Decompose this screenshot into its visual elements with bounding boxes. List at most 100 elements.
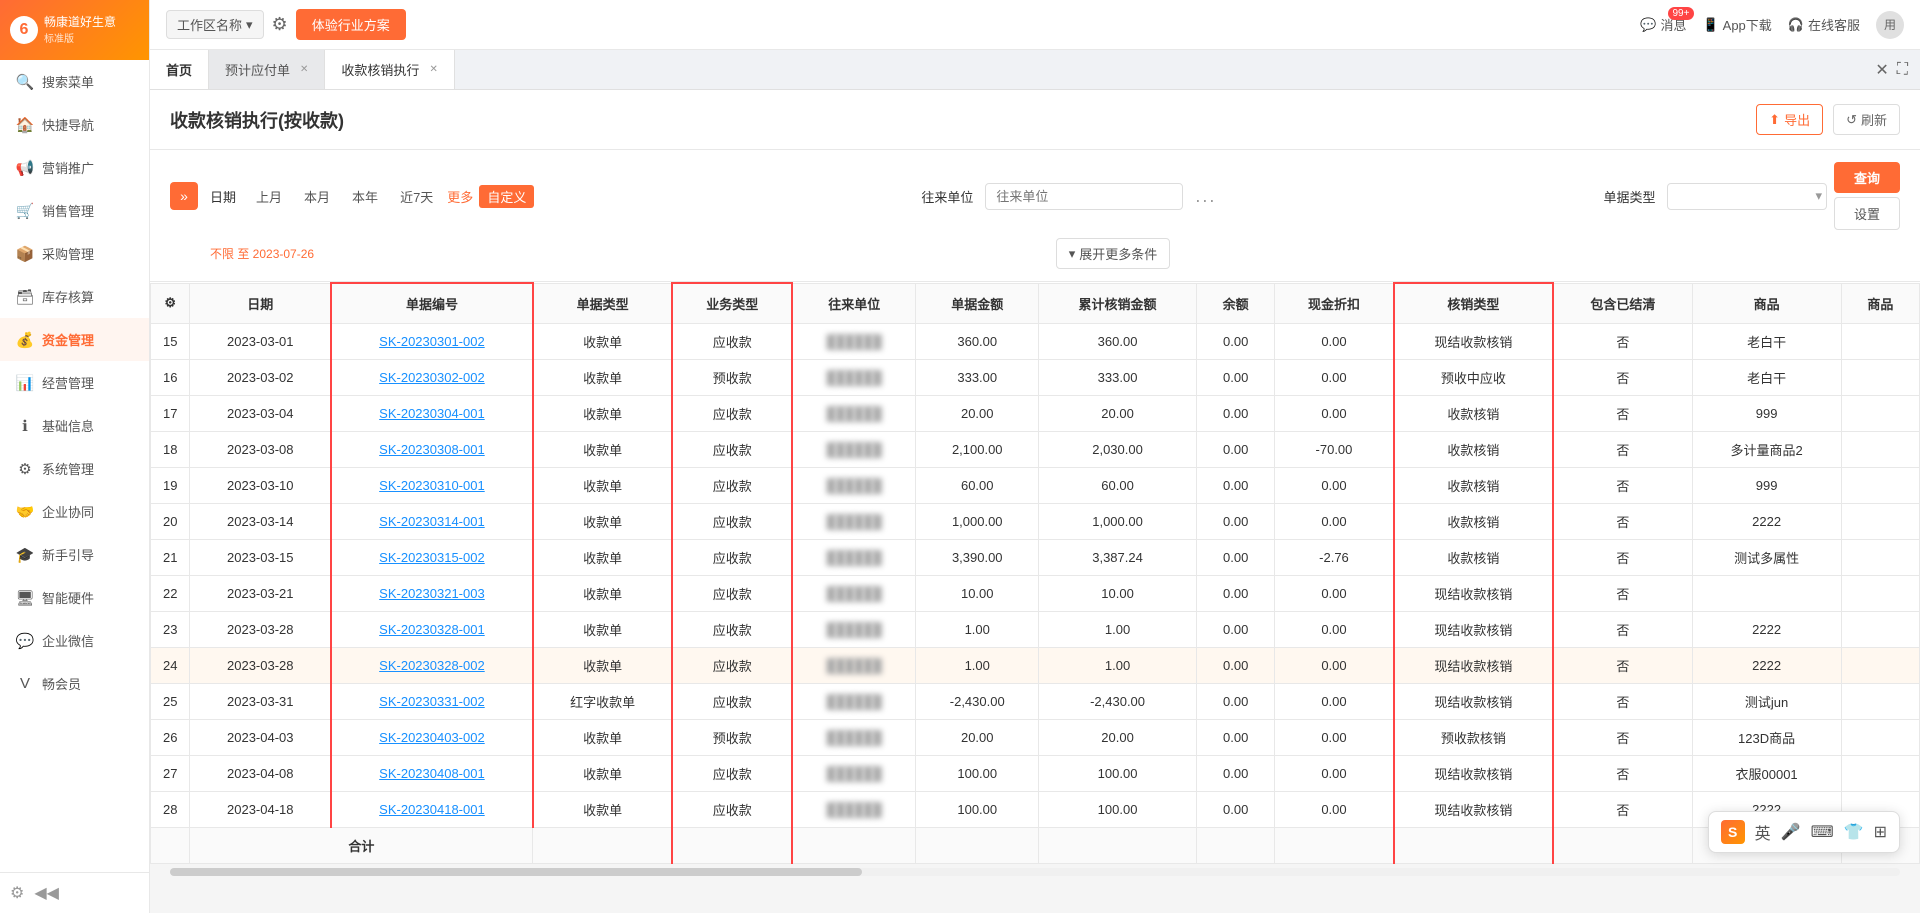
doc-no-link[interactable]: SK-20230331-002	[379, 694, 485, 709]
floating-panel-ying[interactable]: 英	[1755, 820, 1771, 844]
partner-input[interactable]	[985, 183, 1183, 210]
sidebar-item-basic[interactable]: ℹ 基础信息	[0, 404, 149, 447]
col-date-header[interactable]: 日期	[190, 283, 331, 324]
export-button[interactable]: ⬆ 导出	[1756, 104, 1823, 135]
col-amount-header[interactable]: 单据金额	[916, 283, 1039, 324]
settings-bottom-icon[interactable]: ⚙	[10, 883, 24, 903]
cell-doctype: 收款单	[533, 468, 673, 504]
doc-no-link[interactable]: SK-20230328-002	[379, 658, 485, 673]
cell-includesettled: 否	[1553, 324, 1692, 360]
topbar-gear-icon[interactable]: ⚙	[272, 14, 288, 35]
col-goods1-header[interactable]: 商品	[1692, 283, 1841, 324]
sidebar-item-wechat[interactable]: 💬 企业微信	[0, 619, 149, 662]
tab-home[interactable]: 首页	[150, 50, 209, 89]
col-partner-header[interactable]: 往来单位	[792, 283, 916, 324]
cell-canceltype: 现结收款核销	[1394, 684, 1554, 720]
cell-goods1: 测试多属性	[1692, 540, 1841, 576]
col-cumamount-header[interactable]: 累计核销金额	[1039, 283, 1197, 324]
col-settings-header[interactable]: ⚙	[151, 283, 190, 324]
floating-panel-mic[interactable]: 🎤	[1781, 822, 1801, 842]
sidebar-item-quicknav[interactable]: 🏠 快捷导航	[0, 103, 149, 146]
collapse-icon[interactable]: ◀◀	[34, 883, 59, 903]
doc-no-link[interactable]: SK-20230302-002	[379, 370, 485, 385]
cell-date: 2023-03-10	[190, 468, 331, 504]
sidebar-item-member[interactable]: V 畅会员	[0, 662, 149, 705]
col-doctype-header[interactable]: 单据类型	[533, 283, 673, 324]
floating-panel-shirt[interactable]: 👕	[1844, 822, 1864, 842]
hardware-icon: 🖥	[16, 589, 34, 607]
filter-toggle-button[interactable]: »	[170, 182, 198, 210]
doc-no-link[interactable]: SK-20230408-001	[379, 766, 485, 781]
date-custom-btn[interactable]: 自定义	[479, 185, 534, 208]
horizontal-scrollbar[interactable]	[170, 868, 1900, 876]
sidebar-item-enterprise[interactable]: 🤝 企业协同	[0, 490, 149, 533]
col-docno-header[interactable]: 单据编号	[331, 283, 533, 324]
filter-settings-button[interactable]: 设置	[1834, 197, 1900, 230]
table-header-row: ⚙ 日期 单据编号 单据类型 业务类型 往来单位 单据金额 累计核销金额 余额 …	[151, 283, 1920, 324]
date-btn-7days[interactable]: 近7天	[392, 185, 441, 208]
cell-partner: ██████	[792, 504, 916, 540]
date-btn-this-year[interactable]: 本年	[344, 185, 386, 208]
doc-no-link[interactable]: SK-20230310-001	[379, 478, 485, 493]
sidebar-item-sales[interactable]: 🛒 销售管理	[0, 189, 149, 232]
sidebar-item-system[interactable]: ⚙ 系统管理	[0, 447, 149, 490]
sidebar-item-finance[interactable]: 💰 资金管理	[0, 318, 149, 361]
col-discount-header[interactable]: 现金折扣	[1275, 283, 1394, 324]
tab-close-all-icon[interactable]: ✕	[1875, 60, 1888, 80]
online-service-item[interactable]: 🎧 在线客服	[1788, 15, 1860, 34]
doc-no-link[interactable]: SK-20230301-002	[379, 334, 485, 349]
tab-pre-payment[interactable]: 预计应付单 ✕	[209, 50, 325, 89]
date-more-link[interactable]: 更多	[447, 187, 473, 206]
cell-amount: 1,000.00	[916, 504, 1039, 540]
doc-no-link[interactable]: SK-20230315-002	[379, 550, 485, 565]
cell-goods1: 123D商品	[1692, 720, 1841, 756]
doc-no-link[interactable]: SK-20230418-001	[379, 802, 485, 817]
tab-close-pre-payment[interactable]: ✕	[300, 64, 308, 75]
cell-goods2	[1841, 360, 1919, 396]
doc-no-link[interactable]: SK-20230308-001	[379, 442, 485, 457]
export-icon: ⬆	[1769, 112, 1780, 128]
col-biztype-header[interactable]: 业务类型	[672, 283, 792, 324]
table-container[interactable]: ⚙ 日期 单据编号 单据类型 业务类型 往来单位 单据金额 累计核销金额 余额 …	[150, 282, 1920, 913]
doc-no-link[interactable]: SK-20230328-001	[379, 622, 485, 637]
col-goods2-header[interactable]: 商品	[1841, 283, 1919, 324]
col-includesettled-header[interactable]: 包含已结清	[1553, 283, 1692, 324]
workspace-selector[interactable]: 工作区名称 ▾	[166, 10, 264, 39]
table-row: 20 2023-03-14 SK-20230314-001 收款单 应收款 ██…	[151, 504, 1920, 540]
cell-balance: 0.00	[1197, 360, 1275, 396]
col-balance-header[interactable]: 余额	[1197, 283, 1275, 324]
sidebar-item-search[interactable]: 🔍 搜索菜单	[0, 60, 149, 103]
expand-conditions-button[interactable]: ▾ 展开更多条件	[1056, 238, 1171, 269]
user-avatar[interactable]: 用	[1876, 11, 1904, 39]
tab-collection-exec[interactable]: 收款核销执行 ✕	[325, 50, 454, 89]
sidebar-item-purchase[interactable]: 📦 采购管理	[0, 232, 149, 275]
doc-no-link[interactable]: SK-20230403-002	[379, 730, 485, 745]
doc-no-link[interactable]: SK-20230304-001	[379, 406, 485, 421]
cell-doctype: 收款单	[533, 612, 673, 648]
doc-no-link[interactable]: SK-20230314-001	[379, 514, 485, 529]
doc-no-link[interactable]: SK-20230321-003	[379, 586, 485, 601]
sidebar-item-inventory[interactable]: 🗃 库存核算	[0, 275, 149, 318]
cell-balance: 0.00	[1197, 720, 1275, 756]
cell-discount: 0.00	[1275, 504, 1394, 540]
col-canceltype-header[interactable]: 核销类型	[1394, 283, 1554, 324]
tab-expand-icon[interactable]: ⛶	[1897, 61, 1908, 79]
floating-panel-grid[interactable]: ⊞	[1874, 822, 1887, 842]
app-download-item[interactable]: 📱 App下载	[1702, 15, 1771, 34]
date-btn-this-month[interactable]: 本月	[296, 185, 338, 208]
cell-docno: SK-20230403-002	[331, 720, 533, 756]
sidebar-item-hardware[interactable]: 🖥 智能硬件	[0, 576, 149, 619]
industry-btn[interactable]: 体验行业方案	[296, 9, 406, 40]
cell-discount: 0.00	[1275, 324, 1394, 360]
sidebar-item-marketing[interactable]: 📢 营销推广	[0, 146, 149, 189]
date-btn-last-month[interactable]: 上月	[248, 185, 290, 208]
sidebar-item-guide[interactable]: 🎓 新手引导	[0, 533, 149, 576]
cell-canceltype: 现结收款核销	[1394, 576, 1554, 612]
refresh-button[interactable]: ↺ 刷新	[1833, 104, 1900, 135]
receipt-type-select[interactable]	[1667, 183, 1827, 210]
messages-item[interactable]: 💬 消息 99+	[1640, 15, 1686, 34]
tab-close-collection[interactable]: ✕	[429, 64, 437, 75]
query-button[interactable]: 查询	[1834, 162, 1900, 193]
sidebar-item-operation[interactable]: 📊 经营管理	[0, 361, 149, 404]
floating-panel-keyboard[interactable]: ⌨	[1811, 822, 1834, 842]
